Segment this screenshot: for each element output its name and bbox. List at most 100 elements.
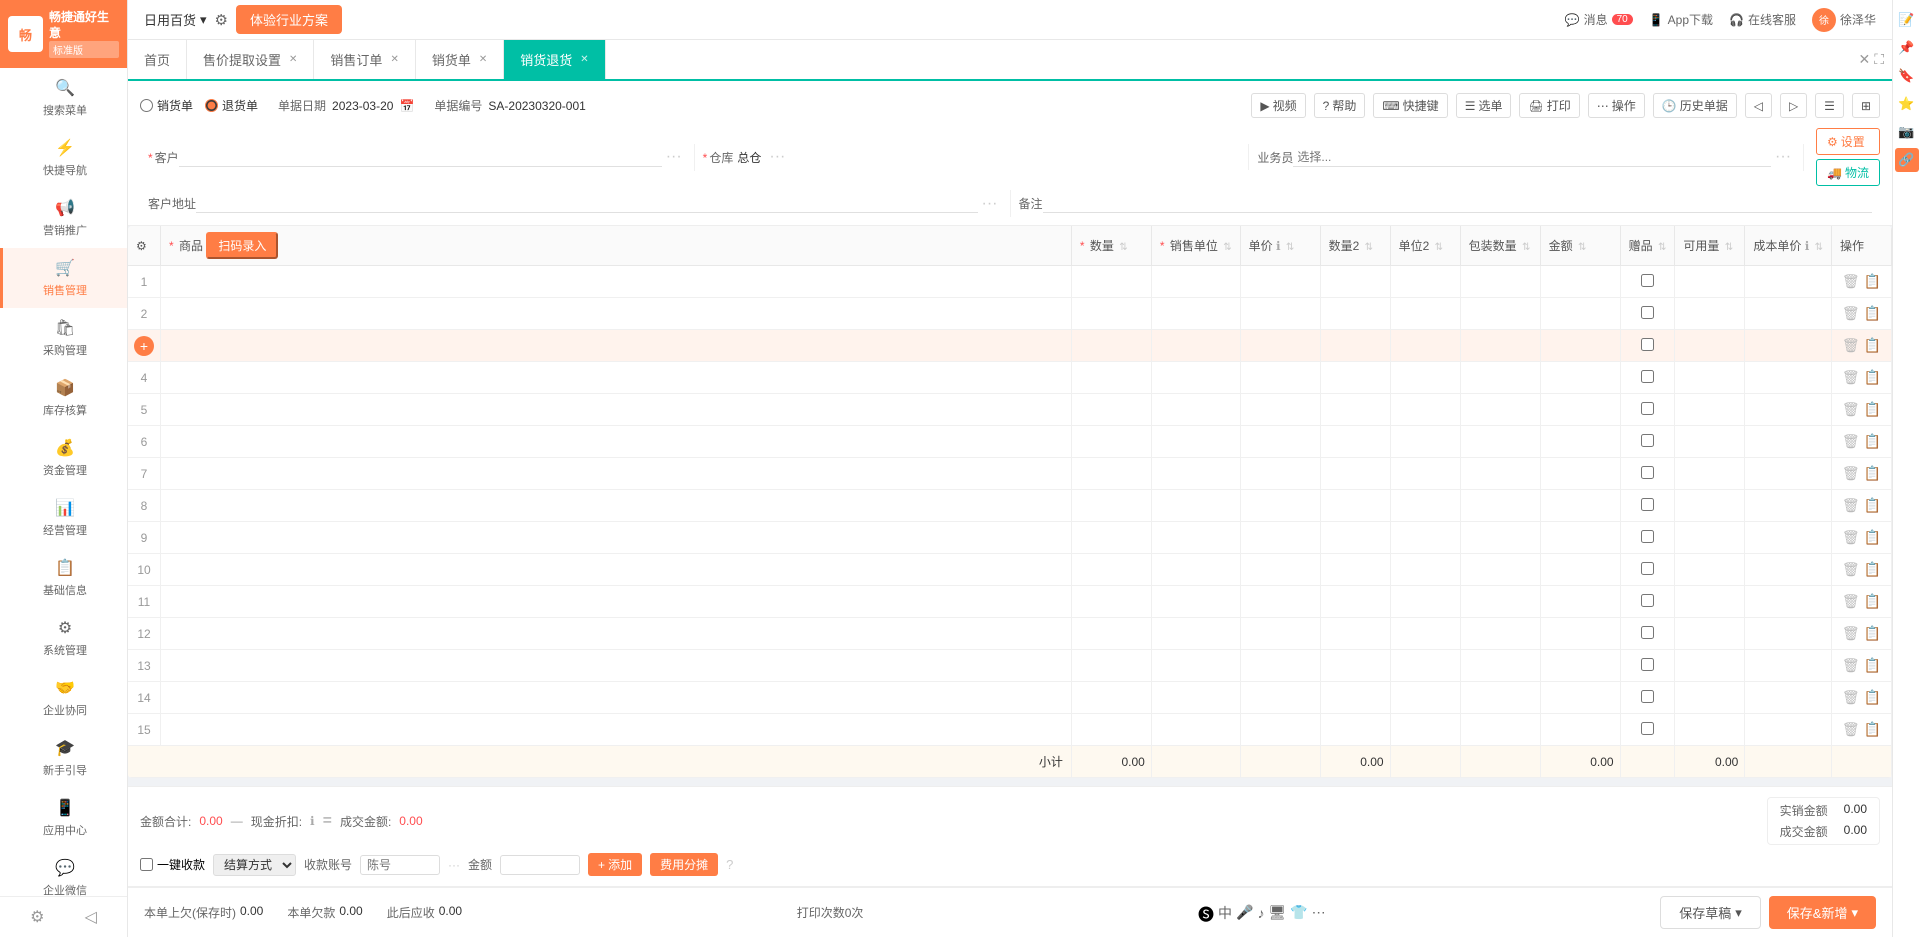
cn-icon[interactable]: 中 [1218, 903, 1232, 923]
delete-row-icon[interactable]: 🗑 [1842, 593, 1860, 610]
logistics-btn[interactable]: 🚚 物流 [1816, 159, 1880, 186]
unit2-cell-active[interactable] [1390, 330, 1460, 362]
radio-sales-return-input[interactable] [205, 99, 218, 112]
copy-row-icon[interactable]: 📋 [1864, 273, 1881, 290]
pkg-cell[interactable] [1460, 266, 1540, 298]
sidebar-item-marketing[interactable]: 📢 营销推广 [0, 188, 127, 248]
settings-btn[interactable]: ⚙ 设置 [1816, 128, 1880, 155]
unit-cell[interactable] [1151, 266, 1240, 298]
delete-row-icon[interactable]: 🗑 [1842, 529, 1860, 546]
fee-help-icon[interactable]: ? [726, 857, 733, 872]
topbar-gear-icon[interactable]: ⚙ [215, 11, 228, 29]
amount-cell[interactable] [1540, 298, 1620, 330]
sidebar-item-finance[interactable]: 💰 资金管理 [0, 428, 127, 488]
copy-row-icon[interactable]: 📋 [1864, 625, 1881, 642]
sidebar-item-inventory[interactable]: 📦 库存核算 [0, 368, 127, 428]
avail-cell-active[interactable] [1675, 330, 1745, 362]
sidebar-item-system[interactable]: ⚙ 系统管理 [0, 608, 127, 668]
pkg-cell[interactable] [1460, 298, 1540, 330]
delete-row-icon[interactable]: 🗑 [1842, 401, 1860, 418]
unit-cell[interactable] [1151, 298, 1240, 330]
pkg-cell-active[interactable] [1460, 330, 1540, 362]
discount-info-icon[interactable]: ℹ [310, 814, 315, 828]
tab-price-settings-close-icon[interactable]: ✕ [289, 54, 297, 65]
copy-row-icon[interactable]: 📋 [1864, 721, 1881, 738]
save-draft-dropdown-icon[interactable]: ▾ [1735, 905, 1742, 921]
tab-home[interactable]: 首页 [128, 40, 187, 79]
copy-row-icon[interactable]: 📋 [1864, 337, 1881, 354]
add-btn[interactable]: + 添加 [588, 853, 642, 876]
s-icon[interactable]: 🅢 [1198, 901, 1214, 925]
copy-row-icon[interactable]: 📋 [1864, 465, 1881, 482]
gift-cell[interactable] [1620, 266, 1675, 298]
amount-cell-active[interactable] [1540, 330, 1620, 362]
radio-sales-delivery[interactable]: 销货单 [140, 97, 193, 114]
sidebar-collapse-icon[interactable]: ◁ [85, 907, 97, 927]
qty-sort-icon[interactable]: ⇅ [1119, 242, 1127, 253]
remark-input[interactable] [1043, 194, 1872, 213]
amount-cell[interactable] [1540, 266, 1620, 298]
save-draft-btn[interactable]: 保存草稿 ▾ [1660, 896, 1761, 929]
copy-row-icon[interactable]: 📋 [1864, 433, 1881, 450]
sidebar-item-sales[interactable]: 🛒 销售管理 [0, 248, 127, 308]
cost-cell[interactable] [1745, 266, 1832, 298]
delete-row-icon[interactable]: 🗑 [1842, 689, 1860, 706]
gift-cell[interactable] [1620, 298, 1675, 330]
sidebar-item-purchase[interactable]: 🛍 采购管理 [0, 308, 127, 368]
right-sidebar-notes-icon[interactable]: 📝 [1895, 8, 1919, 32]
fee-split-btn[interactable]: 费用分摊 [650, 853, 718, 876]
save-new-btn[interactable]: 保存&新增 ▾ [1769, 896, 1876, 929]
tab-sales-return-close-icon[interactable]: ✕ [580, 54, 588, 65]
qty-cell[interactable] [1071, 298, 1151, 330]
warehouse-dots-icon[interactable]: ··· [765, 148, 789, 166]
unit-cell-active[interactable] [1151, 330, 1240, 362]
unit2-cell[interactable] [1390, 266, 1460, 298]
list-view-btn[interactable]: ☰ [1815, 93, 1844, 118]
sidebar-item-wechat[interactable]: 💬 企业微信 [0, 848, 127, 896]
qty-cell[interactable] [1071, 266, 1151, 298]
copy-row-icon[interactable]: 📋 [1864, 593, 1881, 610]
operations-btn[interactable]: ⋯ 操作 [1588, 93, 1645, 118]
tab-sales-order[interactable]: 销售订单 ✕ [314, 40, 415, 79]
tab-price-settings[interactable]: 售价提取设置 ✕ [187, 40, 314, 79]
right-sidebar-image-icon[interactable]: 📷 [1895, 120, 1919, 144]
delete-row-icon[interactable]: 🗑 [1842, 721, 1860, 738]
right-sidebar-bookmark-icon[interactable]: 🔖 [1895, 64, 1919, 88]
sidebar-item-collab[interactable]: 🤝 企业协同 [0, 668, 127, 728]
calc-method-select[interactable]: 结算方式 [213, 854, 296, 876]
cost-info-icon[interactable]: ℹ [1805, 239, 1810, 253]
tab-sales-return[interactable]: 销货退货 ✕ [504, 40, 605, 79]
price-info-icon[interactable]: ℹ [1276, 239, 1281, 253]
tab-sales-delivery[interactable]: 销货单 ✕ [416, 40, 504, 79]
app-download-btn[interactable]: 📱 App下载 [1649, 11, 1713, 28]
sidebar-item-apps[interactable]: 📱 应用中心 [0, 788, 127, 848]
screen-icon[interactable]: 🖥 [1268, 904, 1286, 921]
address-input[interactable] [196, 194, 978, 213]
shirt-icon[interactable]: 👕 [1290, 904, 1307, 921]
sidebar-item-basic-info[interactable]: 📋 基础信息 [0, 548, 127, 608]
qty2-sort-icon[interactable]: ⇅ [1365, 242, 1373, 253]
account-dots-icon[interactable]: ··· [448, 858, 460, 872]
delete-row-icon[interactable]: 🗑 [1842, 497, 1860, 514]
col-gear-header[interactable]: ⚙ [128, 226, 161, 266]
select-btn[interactable]: ☰ 选单 [1456, 93, 1512, 118]
salesperson-input[interactable] [1293, 148, 1771, 167]
experience-btn[interactable]: 体验行业方案 [236, 5, 342, 34]
video-btn[interactable]: ▶ 视频 [1251, 93, 1305, 118]
delete-row-icon[interactable]: 🗑 [1842, 657, 1860, 674]
unit2-sort-icon[interactable]: ⇅ [1435, 242, 1443, 253]
calendar-icon[interactable]: 📅 [399, 99, 414, 113]
right-sidebar-star-icon[interactable]: ⭐ [1895, 92, 1919, 116]
date-value[interactable]: 2023-03-20 [332, 99, 393, 113]
copy-row-icon[interactable]: 📋 [1864, 497, 1881, 514]
product-cell-active[interactable] [161, 330, 1072, 362]
online-service-btn[interactable]: 🎧 在线客服 [1729, 11, 1796, 28]
next-record-btn[interactable]: ▷ [1780, 93, 1807, 118]
copy-row-icon[interactable]: 📋 [1864, 561, 1881, 578]
history-btn[interactable]: 🕒 历史单据 [1653, 93, 1737, 118]
prev-record-btn[interactable]: ◁ [1745, 93, 1772, 118]
amount-input[interactable] [500, 855, 580, 875]
scan-btn[interactable]: 扫码录入 [206, 232, 278, 259]
delete-row-icon[interactable]: 🗑 [1842, 625, 1860, 642]
unit-sort-icon[interactable]: ⇅ [1223, 242, 1231, 253]
